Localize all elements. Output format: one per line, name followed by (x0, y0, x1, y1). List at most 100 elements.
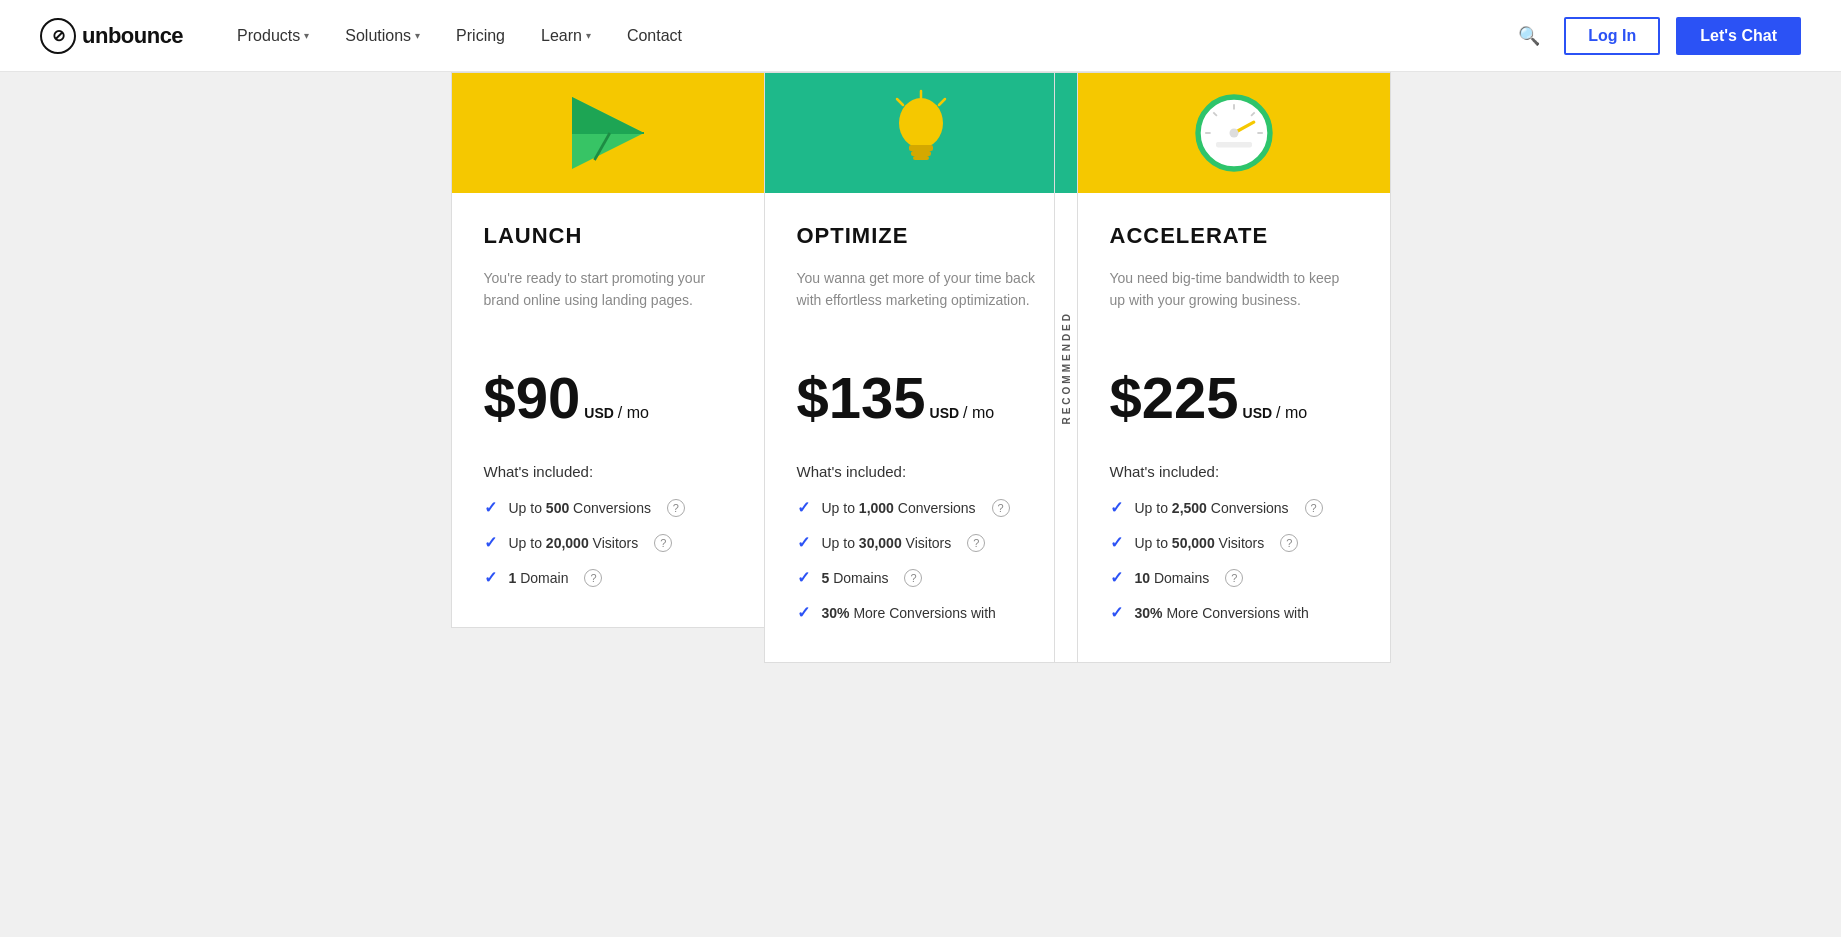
nav-links: Products ▾ Solutions ▾ Pricing Learn ▾ C… (223, 19, 1510, 53)
check-icon: ✓ (1110, 533, 1123, 552)
recommended-text: RECOMMENDED (1061, 311, 1072, 425)
list-item: ✓ Up to 30,000 Visitors ? (797, 533, 1045, 552)
recommended-badge: RECOMMENDED (1054, 73, 1078, 662)
optimize-name: OPTIMIZE (797, 223, 1045, 249)
optimize-features: ✓ Up to 1,000 Conversions ? ✓ Up to 30,0… (797, 498, 1045, 622)
nav-contact[interactable]: Contact (613, 19, 696, 53)
optimize-whats-included: What's included: (797, 463, 1045, 480)
optimize-currency: USD (930, 405, 960, 421)
svg-point-4 (899, 98, 943, 148)
logo[interactable]: ⊘ unbounce (40, 18, 183, 54)
feature-text: Up to 500 Conversions (509, 500, 651, 516)
feature-text: Up to 2,500 Conversions (1135, 500, 1289, 516)
list-item: ✓ Up to 500 Conversions ? (484, 498, 732, 517)
feature-text: Up to 50,000 Visitors (1135, 535, 1265, 551)
check-icon: ✓ (1110, 498, 1123, 517)
feature-text: Up to 1,000 Conversions (822, 500, 976, 516)
launch-per: / mo (618, 404, 649, 422)
svg-rect-6 (911, 151, 931, 156)
accelerate-currency: USD (1243, 405, 1273, 421)
optimize-price: $135 USD / mo (797, 369, 1045, 427)
optimize-per: / mo (963, 404, 994, 422)
svg-rect-7 (913, 156, 929, 160)
launch-whats-included: What's included: (484, 463, 732, 480)
svg-rect-20 (1216, 142, 1252, 147)
check-icon: ✓ (484, 568, 497, 587)
accelerate-desc: You need big-time bandwidth to keep up w… (1110, 267, 1358, 339)
info-icon[interactable]: ? (1225, 569, 1243, 587)
feature-text: 5 Domains (822, 570, 889, 586)
gauge-icon (1189, 88, 1279, 178)
optimize-price-amount: $135 (797, 369, 926, 427)
check-icon: ✓ (484, 498, 497, 517)
plan-optimize: RECOMMENDED OPTIMIZE You wanna get more … (764, 72, 1077, 663)
pricing-cards: LAUNCH You're ready to start promoting y… (451, 72, 1391, 877)
feature-text: 30% More Conversions with (822, 605, 996, 621)
logo-text: unbounce (82, 23, 183, 49)
accelerate-price-amount: $225 (1110, 369, 1239, 427)
feature-text: 10 Domains (1135, 570, 1210, 586)
chevron-down-icon: ▾ (304, 30, 309, 41)
check-icon: ✓ (797, 603, 810, 622)
search-button[interactable]: 🔍 (1510, 17, 1548, 55)
info-icon[interactable]: ? (667, 499, 685, 517)
nav-products[interactable]: Products ▾ (223, 19, 323, 53)
info-icon[interactable]: ? (1305, 499, 1323, 517)
list-item: ✓ 1 Domain ? (484, 568, 732, 587)
optimize-body: OPTIMIZE You wanna get more of your time… (765, 193, 1077, 622)
check-icon: ✓ (484, 533, 497, 552)
info-icon[interactable]: ? (904, 569, 922, 587)
launch-desc: You're ready to start promoting your bra… (484, 267, 732, 339)
bulb-icon (881, 88, 961, 178)
search-icon: 🔍 (1518, 26, 1540, 46)
info-icon[interactable]: ? (967, 534, 985, 552)
list-item: ✓ Up to 1,000 Conversions ? (797, 498, 1045, 517)
check-icon: ✓ (1110, 568, 1123, 587)
pricing-section: LAUNCH You're ready to start promoting y… (0, 72, 1841, 937)
launch-name: LAUNCH (484, 223, 732, 249)
nav-pricing[interactable]: Pricing (442, 19, 519, 53)
launch-image (452, 73, 764, 193)
launch-body: LAUNCH You're ready to start promoting y… (452, 193, 764, 587)
info-icon[interactable]: ? (992, 499, 1010, 517)
list-item: ✓ 10 Domains ? (1110, 568, 1358, 587)
accelerate-whats-included: What's included: (1110, 463, 1358, 480)
optimize-image (765, 73, 1077, 193)
accelerate-name: ACCELERATE (1110, 223, 1358, 249)
feature-text: 30% More Conversions with (1135, 605, 1309, 621)
svg-rect-5 (909, 145, 933, 151)
feature-text: Up to 20,000 Visitors (509, 535, 639, 551)
check-icon: ✓ (797, 568, 810, 587)
login-button[interactable]: Log In (1564, 17, 1660, 55)
check-icon: ✓ (797, 533, 810, 552)
optimize-desc: You wanna get more of your time back wit… (797, 267, 1045, 339)
nav-solutions[interactable]: Solutions ▾ (331, 19, 434, 53)
list-item: ✓ Up to 2,500 Conversions ? (1110, 498, 1358, 517)
navbar: ⊘ unbounce Products ▾ Solutions ▾ Pricin… (0, 0, 1841, 72)
info-icon[interactable]: ? (654, 534, 672, 552)
chevron-down-icon: ▾ (586, 30, 591, 41)
svg-marker-1 (572, 97, 644, 133)
feature-text: Up to 30,000 Visitors (822, 535, 952, 551)
accelerate-image (1078, 73, 1390, 193)
svg-point-19 (1229, 129, 1238, 138)
accelerate-price: $225 USD / mo (1110, 369, 1358, 427)
list-item: ✓ 5 Domains ? (797, 568, 1045, 587)
check-icon: ✓ (1110, 603, 1123, 622)
accelerate-features: ✓ Up to 2,500 Conversions ? ✓ Up to 50,0… (1110, 498, 1358, 622)
logo-icon: ⊘ (40, 18, 76, 54)
launch-price-amount: $90 (484, 369, 581, 427)
svg-line-9 (897, 99, 903, 105)
list-item: ✓ Up to 20,000 Visitors ? (484, 533, 732, 552)
info-icon[interactable]: ? (584, 569, 602, 587)
list-item: ✓ Up to 50,000 Visitors ? (1110, 533, 1358, 552)
check-icon: ✓ (797, 498, 810, 517)
lets-chat-button[interactable]: Let's Chat (1676, 17, 1801, 55)
info-icon[interactable]: ? (1280, 534, 1298, 552)
list-item: ✓ 30% More Conversions with (1110, 603, 1358, 622)
launch-features: ✓ Up to 500 Conversions ? ✓ Up to 20,000… (484, 498, 732, 587)
nav-actions: 🔍 Log In Let's Chat (1510, 17, 1801, 55)
launch-currency: USD (584, 405, 614, 421)
nav-learn[interactable]: Learn ▾ (527, 19, 605, 53)
svg-line-10 (939, 99, 945, 105)
